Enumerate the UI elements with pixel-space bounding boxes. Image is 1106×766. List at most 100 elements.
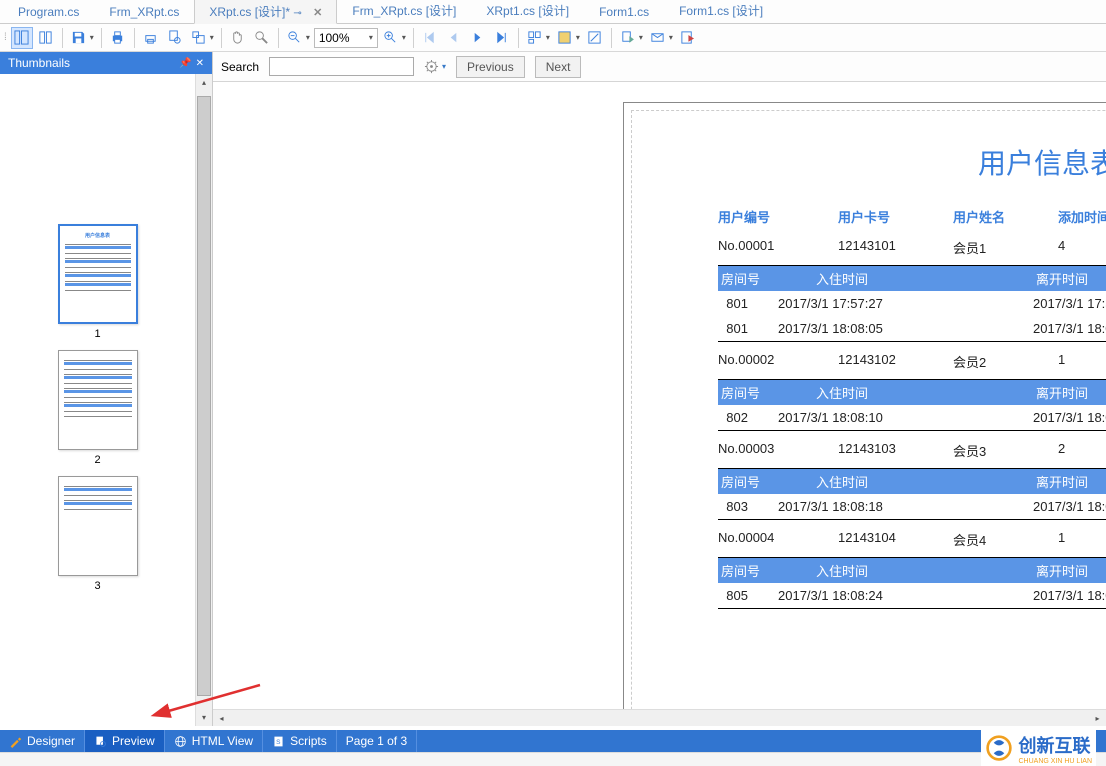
toolbar: ⁞ ▾ ▾ ▾ 100%▾ ▾ ▾ ▾ ▾ ▾: [0, 24, 1106, 52]
thumbnail-2[interactable]: 2: [58, 350, 138, 466]
thumbnails-panel: Thumbnails 📌 ✕ 用户信息表 1 2 3: [0, 52, 213, 726]
search-label: Search: [221, 60, 259, 74]
search-input[interactable]: [269, 57, 414, 76]
hand-icon[interactable]: [227, 27, 249, 49]
logo-text: 创新互联: [1018, 732, 1092, 758]
tab-form1-design[interactable]: Form1.cs [设计]: [664, 0, 778, 23]
tab-frm-xrpt-design[interactable]: Frm_XRpt.cs [设计]: [337, 0, 471, 23]
quick-print-icon[interactable]: [140, 27, 162, 49]
prev-page-icon[interactable]: [443, 27, 465, 49]
col-header: 房间号: [721, 561, 816, 580]
cell: 会员2: [953, 352, 1058, 371]
report-header-row: 用户编号 用户卡号 用户姓名 添加时间: [718, 207, 1106, 228]
email-icon[interactable]: [647, 27, 669, 49]
scale-icon[interactable]: [188, 27, 210, 49]
cell: 会员1: [953, 238, 1058, 257]
thumbnails-list[interactable]: 用户信息表 1 2 3: [0, 74, 195, 726]
cell: 12143104: [838, 530, 953, 549]
pin-icon[interactable]: 📌: [179, 58, 191, 69]
scroll-left-icon[interactable]: ◂: [213, 710, 230, 726]
scripts-tab[interactable]: SScripts: [263, 730, 337, 752]
detail-row: 8012017/3/1 18:08:052017/3/1 18:08:33: [718, 316, 1106, 342]
tab-label: XRpt.cs [设计]*: [209, 5, 290, 19]
zoom-value: 100%: [319, 31, 350, 45]
pin-icon[interactable]: ⊸: [293, 8, 301, 19]
export-icon[interactable]: [617, 27, 639, 49]
col-header: 离开时间: [1036, 269, 1106, 288]
page-viewport[interactable]: 用户信息表 用户编号 用户卡号 用户姓名 添加时间 No.00001121431…: [213, 82, 1106, 709]
tab-label: Designer: [27, 734, 75, 748]
cell: 会员4: [953, 530, 1058, 549]
col-card-no: 用户卡号: [838, 207, 953, 226]
tab-xrpt1-design[interactable]: XRpt1.cs [设计]: [471, 0, 584, 23]
scroll-right-icon[interactable]: ▸: [1089, 710, 1106, 726]
close-preview-icon[interactable]: [677, 27, 699, 49]
zoom-in-icon[interactable]: [380, 27, 402, 49]
parameters-icon[interactable]: [35, 27, 57, 49]
color-icon[interactable]: [554, 27, 576, 49]
thumbnail-1[interactable]: 用户信息表 1: [58, 224, 138, 340]
last-page-icon[interactable]: [491, 27, 513, 49]
logo-subtitle: CHUANG XIN HU LIAN: [1018, 758, 1092, 765]
close-icon[interactable]: ✕: [196, 58, 204, 69]
previous-button[interactable]: Previous: [456, 56, 525, 78]
col-header: 离开时间: [1036, 561, 1106, 580]
thumbnails-scrollbar[interactable]: ▴ ▾: [195, 74, 212, 726]
col-header: 房间号: [721, 472, 816, 491]
col-username: 用户姓名: [953, 207, 1058, 226]
document-tabs: Program.cs Frm_XRpt.cs XRpt.cs [设计]* ⊸ ✕…: [0, 0, 1106, 24]
detail-row: 8012017/3/1 17:57:272017/3/1 17:58:05: [718, 291, 1106, 316]
cell: 2017/3/1 18:08:39: [1003, 499, 1106, 514]
cell: 2: [1058, 441, 1106, 460]
cell: 2017/3/1 18:08:10: [778, 410, 1003, 425]
save-icon[interactable]: [68, 27, 90, 49]
page-indicator: Page 1 of 3: [337, 730, 417, 752]
detail-row: 8052017/3/1 18:08:242017/3/1 18:08:42: [718, 583, 1106, 609]
next-button[interactable]: Next: [535, 56, 582, 78]
watermark-icon[interactable]: [584, 27, 606, 49]
tab-form1[interactable]: Form1.cs: [584, 0, 664, 23]
cell: 803: [718, 499, 778, 514]
col-header: 入住时间: [816, 472, 1036, 491]
next-page-icon[interactable]: [467, 27, 489, 49]
logo: 创新互联 CHUANG XIN HU LIAN: [981, 730, 1096, 766]
tab-xrpt-design[interactable]: XRpt.cs [设计]* ⊸ ✕: [194, 0, 337, 24]
report-content: 用户信息表 用户编号 用户卡号 用户姓名 添加时间 No.00001121431…: [718, 142, 1106, 609]
horizontal-scrollbar[interactable]: ◂ ▸: [213, 709, 1106, 726]
page-setup-icon[interactable]: [164, 27, 186, 49]
cell: 2017/3/1 18:08:42: [1003, 588, 1106, 603]
cell: 1: [1058, 352, 1106, 371]
cell: No.00001: [718, 238, 838, 257]
preview-area[interactable]: 用户信息表 用户编号 用户卡号 用户姓名 添加时间 No.00001121431…: [213, 82, 1106, 709]
zoom-out-icon[interactable]: [284, 27, 306, 49]
bookmarks-icon[interactable]: [11, 27, 33, 49]
zoom-combo[interactable]: 100%▾: [314, 28, 378, 48]
preview-tab[interactable]: Preview: [85, 730, 165, 752]
tab-program[interactable]: Program.cs: [3, 0, 94, 23]
detail-header-row: 房间号入住时间离开时间: [718, 558, 1106, 583]
magnifier-icon[interactable]: [251, 27, 273, 49]
cell: 4: [1058, 238, 1106, 257]
cell: 2017/3/1 17:57:27: [778, 296, 1003, 311]
designer-tab[interactable]: Designer: [0, 730, 85, 752]
close-icon[interactable]: ✕: [313, 7, 322, 19]
thumbnail-3[interactable]: 3: [58, 476, 138, 592]
many-pages-icon[interactable]: [524, 27, 546, 49]
cell: 2017/3/1 18:08:05: [778, 321, 1003, 336]
col-header: 离开时间: [1036, 472, 1106, 491]
html-view-tab[interactable]: HTML View: [165, 730, 263, 752]
scroll-down-icon[interactable]: ▾: [196, 709, 212, 726]
print-icon[interactable]: [107, 27, 129, 49]
first-page-icon[interactable]: [419, 27, 441, 49]
col-header: 入住时间: [816, 383, 1036, 402]
thumbnail-number: 2: [58, 454, 138, 466]
cell: 2017/3/1 18:08:33: [1003, 321, 1106, 336]
scroll-up-icon[interactable]: ▴: [196, 74, 212, 91]
tab-frm-xrpt[interactable]: Frm_XRpt.cs: [94, 0, 194, 23]
detail-header-row: 房间号入住时间离开时间: [718, 469, 1106, 494]
detail-header-row: 房间号入住时间离开时间: [718, 266, 1106, 291]
search-options-icon[interactable]: ▾: [424, 56, 446, 78]
col-header: 房间号: [721, 269, 816, 288]
scrollbar-thumb[interactable]: [197, 96, 211, 696]
cell: 805: [718, 588, 778, 603]
